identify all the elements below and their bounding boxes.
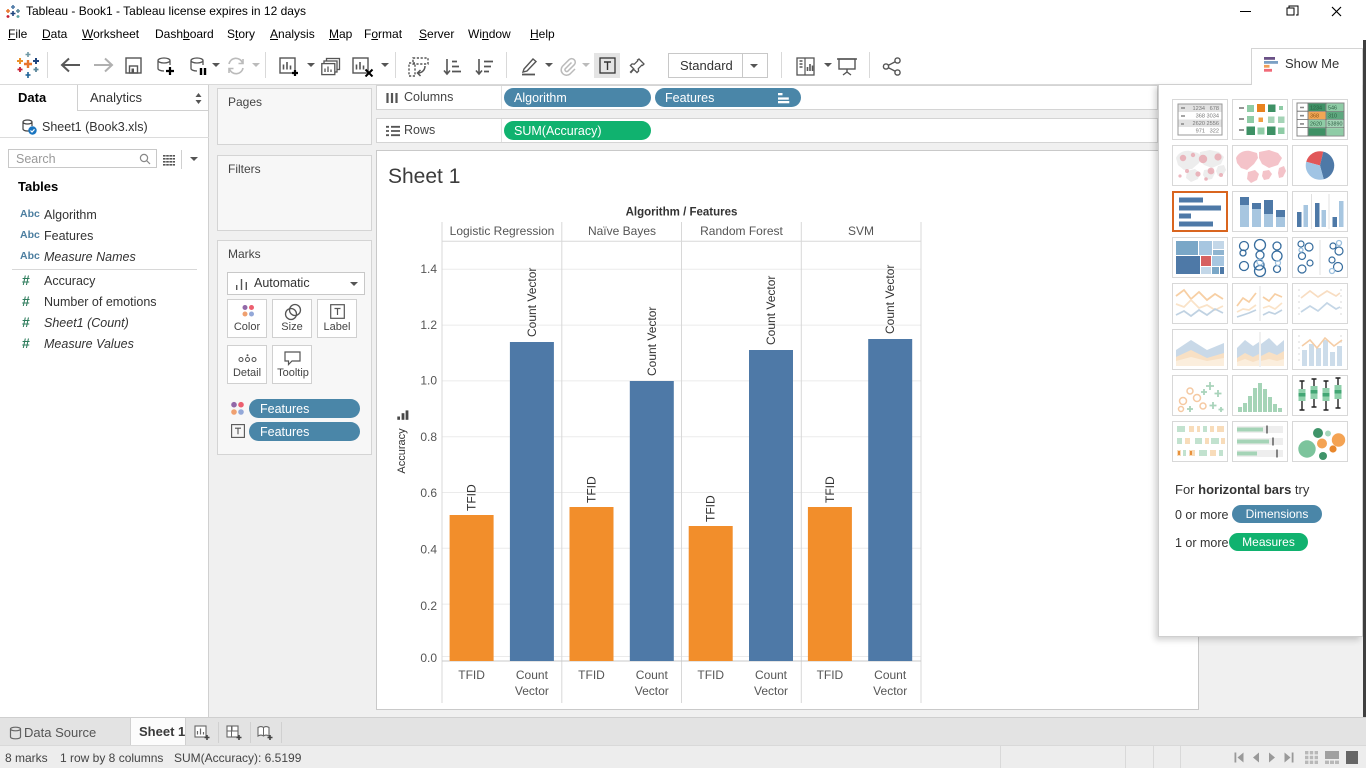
svg-text:0.0: 0.0 [420, 651, 437, 665]
svg-text:Count Vector: Count Vector [525, 268, 539, 337]
svg-text:1234: 1234 [1310, 105, 1322, 111]
svg-text:971: 971 [1196, 129, 1205, 135]
svg-text:3034: 3034 [1207, 114, 1219, 120]
svg-text:Vector: Vector [754, 684, 788, 698]
svg-text:Vector: Vector [873, 684, 907, 698]
svg-text:Random Forest: Random Forest [700, 224, 783, 238]
svg-text:Count Vector: Count Vector [883, 265, 897, 334]
svg-text:678: 678 [1210, 106, 1219, 112]
svg-text:Count: Count [636, 668, 669, 682]
svg-text:322: 322 [1210, 129, 1219, 135]
svg-text:53890: 53890 [1328, 122, 1343, 128]
svg-text:TFID: TFID [578, 668, 605, 682]
svg-text:1.0: 1.0 [420, 374, 437, 388]
svg-text:TFID: TFID [697, 668, 724, 682]
svg-text:368: 368 [1196, 114, 1205, 120]
svg-text:2620: 2620 [1310, 122, 1322, 128]
svg-text:2556: 2556 [1207, 121, 1219, 127]
svg-text:TFID: TFID [465, 484, 479, 511]
svg-text:TFID: TFID [817, 668, 844, 682]
svg-text:Count: Count [755, 668, 788, 682]
svg-text:1234: 1234 [1193, 106, 1205, 112]
svg-text:368: 368 [1310, 114, 1319, 120]
svg-text:Algorithm / Features: Algorithm / Features [626, 207, 738, 219]
svg-text:1.4: 1.4 [420, 262, 437, 276]
svg-text:Count: Count [516, 668, 549, 682]
svg-text:TFID: TFID [458, 668, 485, 682]
svg-text:Vector: Vector [635, 684, 669, 698]
svg-text:0.6: 0.6 [420, 486, 437, 500]
svg-text:Count Vector: Count Vector [645, 307, 659, 376]
svg-text:Naïve Bayes: Naïve Bayes [588, 224, 656, 238]
svg-text:Count Vector: Count Vector [764, 276, 778, 345]
svg-text:Accuracy: Accuracy [396, 428, 408, 474]
svg-text:Logistic Regression: Logistic Regression [450, 224, 555, 238]
svg-text:SVM: SVM [848, 224, 874, 238]
svg-text:TFID: TFID [585, 476, 599, 503]
svg-text:0.4: 0.4 [420, 543, 437, 557]
svg-text:Count: Count [874, 668, 907, 682]
svg-text:2620: 2620 [1193, 121, 1205, 127]
svg-text:310: 310 [1328, 114, 1337, 120]
svg-text:TFID: TFID [704, 495, 718, 522]
svg-text:0.2: 0.2 [420, 599, 437, 613]
svg-text:TFID: TFID [823, 476, 837, 503]
svg-text:0.8: 0.8 [420, 430, 437, 444]
svg-text:546: 546 [1328, 105, 1337, 111]
svg-text:1.2: 1.2 [420, 318, 437, 332]
svg-text:Vector: Vector [515, 684, 549, 698]
